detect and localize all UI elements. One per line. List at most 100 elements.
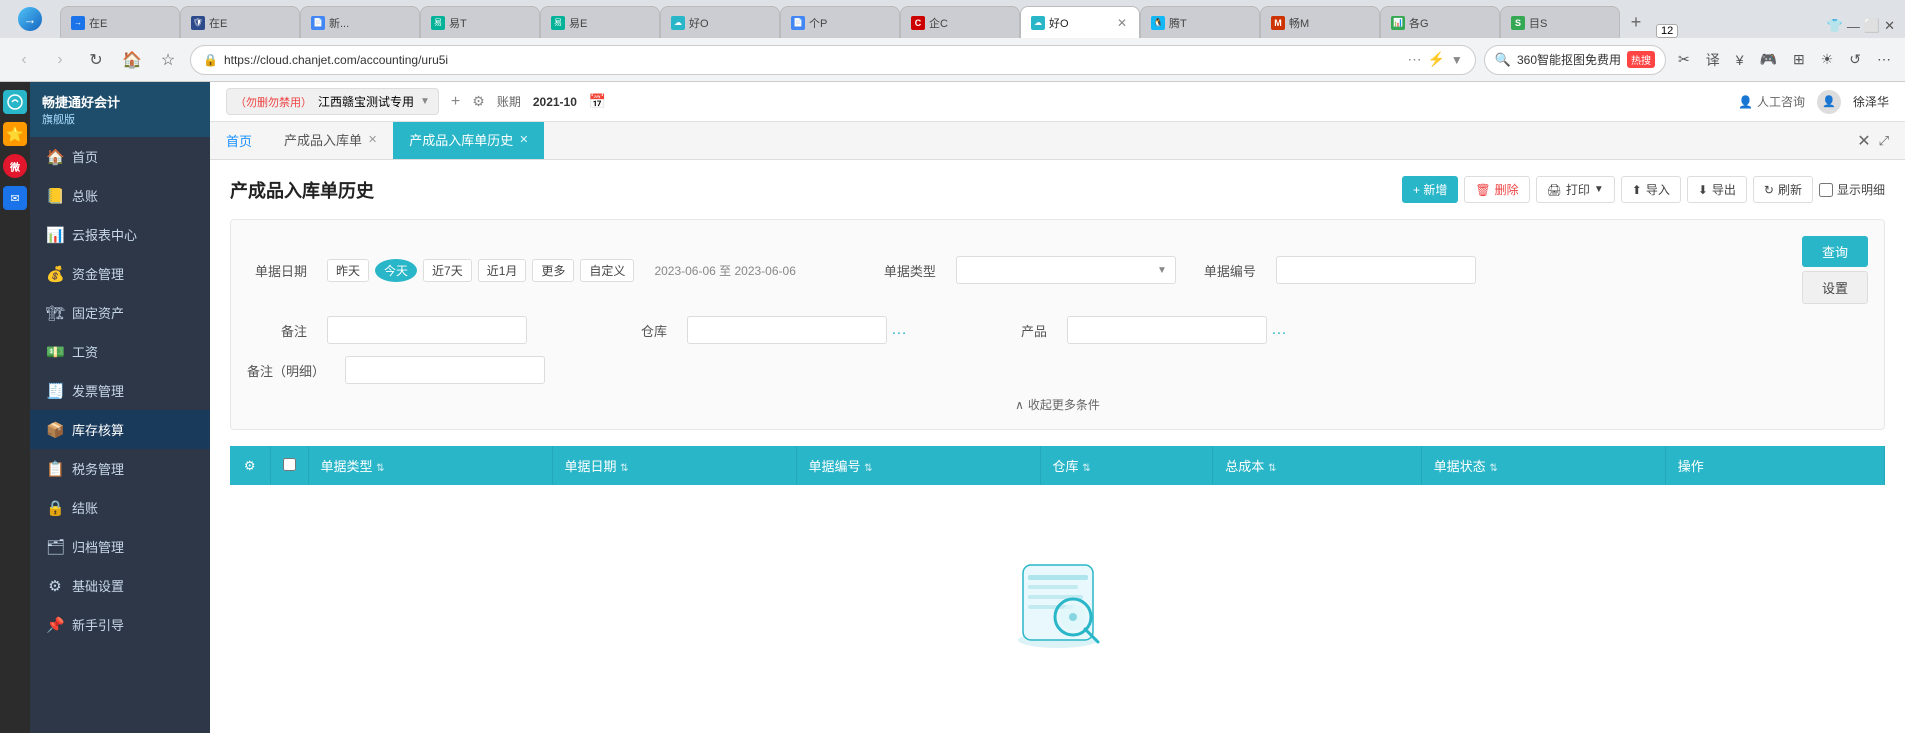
filter-product-dots[interactable]: … — [1271, 321, 1287, 339]
tab-t7[interactable]: 📄 个P — [780, 6, 900, 38]
filter-remark-detail-input[interactable] — [345, 356, 545, 384]
tab-t11[interactable]: M 畅M — [1260, 6, 1380, 38]
lightning-icon[interactable]: ⚡ — [1427, 51, 1444, 68]
table-checkbox-col[interactable] — [270, 446, 308, 485]
brightness-icon[interactable]: ☀ — [1817, 49, 1838, 70]
export-button[interactable]: ⬇ 导出 — [1687, 176, 1747, 203]
yuan-icon[interactable]: ¥ — [1732, 50, 1748, 70]
customer-service-button[interactable]: 👤 人工咨询 — [1738, 93, 1805, 110]
date-btn-more[interactable]: 更多 — [532, 259, 574, 282]
tab-t8[interactable]: C 企C — [900, 6, 1020, 38]
import-button[interactable]: ⬆ 导入 — [1621, 176, 1681, 203]
sidebar-item-guide[interactable]: 📌 新手引导 — [30, 605, 210, 644]
tab-t12[interactable]: 📊 各G — [1380, 6, 1500, 38]
translate-icon[interactable]: 译 — [1702, 48, 1724, 72]
sidebar-item-home[interactable]: 🏠 首页 — [30, 137, 210, 176]
table-settings-col[interactable]: ⚙ — [230, 446, 270, 485]
table-col-totalcost[interactable]: 总成本 ⇅ — [1213, 446, 1421, 485]
close-window-icon[interactable]: ✕ — [1884, 18, 1895, 34]
account-settings-button[interactable]: ⚙ — [472, 93, 485, 110]
tab-t2[interactable]: 🛡 在E — [180, 6, 300, 38]
scissors-icon[interactable]: ✂ — [1674, 49, 1694, 70]
sidebar-item-archive[interactable]: 🗂 归档管理 — [30, 527, 210, 566]
table-select-all[interactable] — [283, 458, 296, 471]
date-btn-7days[interactable]: 近7天 — [423, 259, 472, 282]
breadcrumb-home[interactable]: 首页 — [226, 131, 252, 150]
page-tab-doclist[interactable]: 产成品入库单 ✕ — [268, 122, 393, 159]
filter-warehouse-dots[interactable]: … — [891, 321, 907, 339]
sidebar-item-inventory[interactable]: 📦 库存核算 — [30, 410, 210, 449]
grid-icon[interactable]: ⊞ — [1789, 49, 1809, 70]
sidebar-item-payroll[interactable]: 💵 工资 — [30, 332, 210, 371]
tab-t3[interactable]: 📄 新... — [300, 6, 420, 38]
table-col-docno[interactable]: 单据编号 ⇅ — [796, 446, 1040, 485]
page-tab-history[interactable]: 产成品入库单历史 ✕ — [393, 122, 544, 159]
tab-t6[interactable]: ☁ 好O — [660, 6, 780, 38]
calendar-icon[interactable]: 📅 — [589, 93, 606, 110]
table-col-doctype[interactable]: 单据类型 ⇅ — [308, 446, 552, 485]
query-button[interactable]: 查询 — [1802, 236, 1868, 267]
back-button[interactable]: ‹ — [10, 46, 38, 74]
filter-docno-input[interactable] — [1276, 256, 1476, 284]
app-icon-weibo[interactable]: 微 — [3, 154, 27, 178]
collapse-filter-button[interactable]: ∧ 收起更多条件 — [247, 396, 1868, 413]
tab-close-t9[interactable]: ✕ — [1115, 16, 1129, 30]
page-close-button[interactable]: ✕ ⤢ — [1841, 131, 1905, 151]
app-icon-mail[interactable]: ✉ — [3, 186, 27, 210]
new-button[interactable]: + 新增 — [1402, 176, 1458, 203]
minimize-icon[interactable]: — — [1847, 19, 1860, 34]
home-button[interactable]: 🏠 — [118, 46, 146, 74]
show-col-checkbox[interactable] — [1819, 183, 1833, 197]
date-btn-today[interactable]: 今天 — [375, 259, 417, 282]
tab-t5[interactable]: 易 易E — [540, 6, 660, 38]
show-col-toggle[interactable]: 显示明细 — [1819, 181, 1885, 198]
user-name-button[interactable]: 徐泽华 — [1853, 93, 1889, 110]
sidebar-item-closing[interactable]: 🔒 结账 — [30, 488, 210, 527]
date-btn-custom[interactable]: 自定义 — [580, 259, 634, 282]
delete-button[interactable]: 🗑 删除 — [1464, 176, 1529, 203]
page-tab-doclist-close[interactable]: ✕ — [368, 133, 377, 146]
tab-t1[interactable]: → 在E — [60, 6, 180, 38]
tab-t9[interactable]: ☁ 好O ✕ — [1020, 6, 1140, 38]
bookmark-button[interactable]: ☆ — [154, 46, 182, 74]
tab-t13[interactable]: S 目S — [1500, 6, 1620, 38]
filter-doctype-select[interactable]: ▼ — [956, 256, 1176, 284]
filter-setting-button[interactable]: 设置 — [1802, 271, 1868, 304]
date-btn-1month[interactable]: 近1月 — [478, 259, 527, 282]
refresh-button[interactable]: ↻ 刷新 — [1753, 176, 1813, 203]
app-icon-chanjet[interactable] — [3, 90, 27, 114]
user-avatar[interactable]: 👤 — [1817, 90, 1841, 114]
dropdown-arrow-icon[interactable]: ▼ — [1451, 53, 1463, 67]
sidebar-item-reports[interactable]: 📊 云报表中心 — [30, 215, 210, 254]
app-icon-star[interactable]: ⭐ — [3, 122, 27, 146]
forward-button[interactable]: › — [46, 46, 74, 74]
sidebar-item-ledger[interactable]: 📒 总账 — [30, 176, 210, 215]
table-col-docdate[interactable]: 单据日期 ⇅ — [552, 446, 796, 485]
date-btn-yesterday[interactable]: 昨天 — [327, 259, 369, 282]
browser-logo-icon[interactable]: → — [18, 7, 42, 31]
filter-remark-input[interactable] — [327, 316, 527, 344]
sidebar-item-tax[interactable]: 📋 税务管理 — [30, 449, 210, 488]
menu-icon[interactable]: ⋯ — [1407, 51, 1421, 68]
tab-t4[interactable]: 易 易T — [420, 6, 540, 38]
print-button[interactable]: 🖨 打印 ▼ — [1536, 176, 1615, 203]
restore-icon[interactable]: ⬜ — [1864, 18, 1880, 34]
refresh-button[interactable]: ↻ — [82, 46, 110, 74]
undo-icon[interactable]: ↺ — [1845, 49, 1865, 70]
sidebar-item-funds[interactable]: 💰 资金管理 — [30, 254, 210, 293]
account-selector[interactable]: （勿删勿禁用） 江西赣宝测试专用 ▼ — [226, 88, 439, 115]
address-bar-input[interactable]: 🔒 https://cloud.chanjet.com/accounting/u… — [190, 45, 1476, 75]
add-account-button[interactable]: + — [451, 93, 460, 111]
filter-product-input[interactable] — [1067, 316, 1267, 344]
tab-add-button[interactable]: + — [1620, 6, 1652, 38]
search-bar[interactable]: 🔍 360智能抠图免费用 热搜 — [1484, 45, 1666, 75]
sidebar-item-settings[interactable]: ⚙ 基础设置 — [30, 566, 210, 605]
game-icon[interactable]: 🎮 — [1756, 49, 1781, 70]
tab-count-badge[interactable]: 12 — [1656, 24, 1678, 38]
table-col-warehouse[interactable]: 仓库 ⇅ — [1040, 446, 1213, 485]
filter-warehouse-input[interactable] — [687, 316, 887, 344]
sidebar-item-assets[interactable]: 🏗 固定资产 — [30, 293, 210, 332]
tab-t10[interactable]: 🐧 腾T — [1140, 6, 1260, 38]
table-col-docstatus[interactable]: 单据状态 ⇅ — [1421, 446, 1665, 485]
settings-icon[interactable]: ⋯ — [1873, 49, 1895, 70]
